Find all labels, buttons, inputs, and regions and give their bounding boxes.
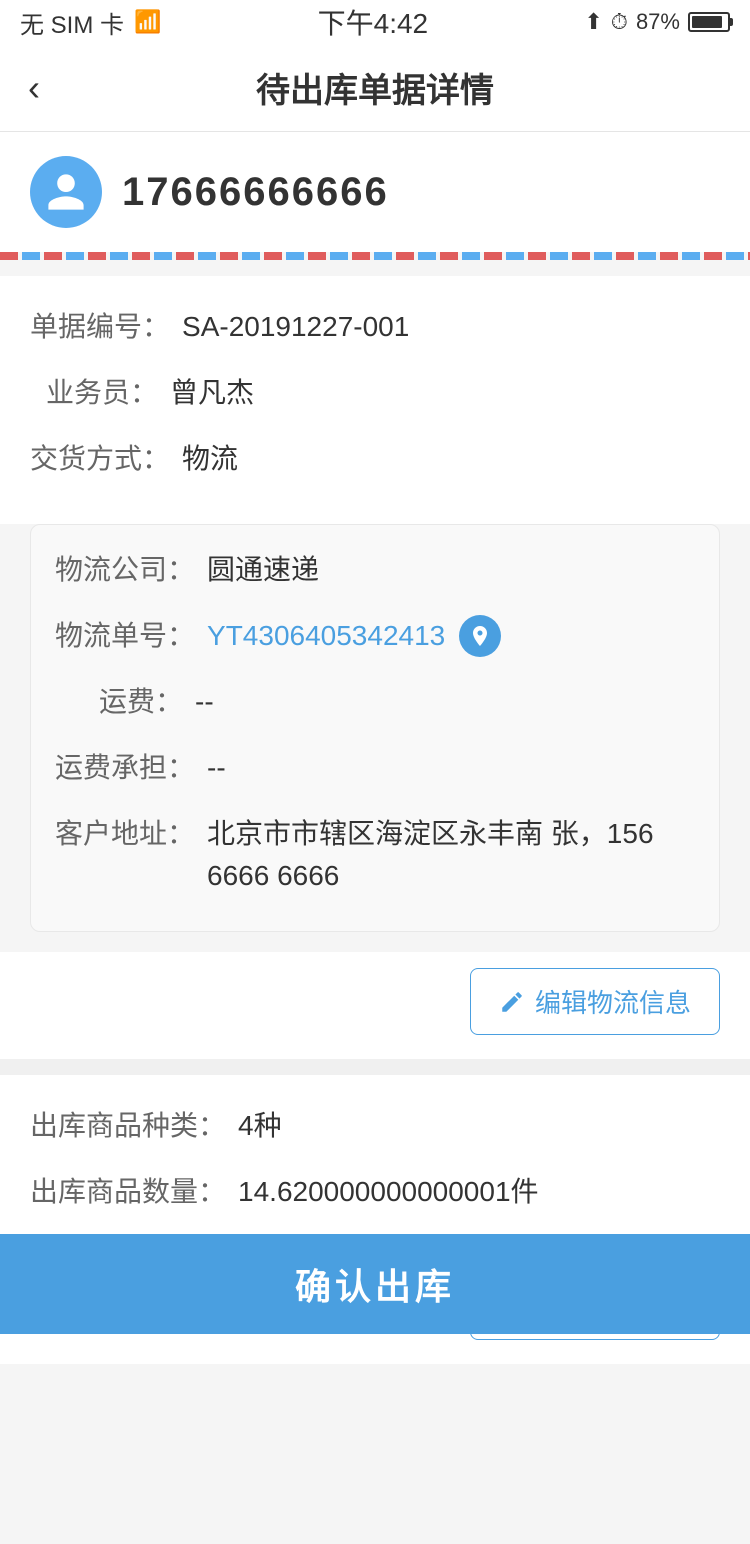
status-right: ⬆ ⏱ 87% — [584, 9, 730, 35]
salesman-label: 业务员： — [30, 372, 170, 414]
logistics-card: 物流公司： 圆通速递 物流单号： YT4306405342413 运费： -- … — [30, 524, 720, 932]
carrier-label: 无 SIM 卡 — [20, 5, 124, 40]
goods-qty-value: 14.620000000000001件 — [238, 1171, 720, 1213]
company-row: 物流公司： 圆通速递 — [55, 549, 695, 591]
clock-icon: ⏱ — [611, 9, 628, 35]
page-title: 待出库单据详情 — [256, 63, 494, 112]
customer-phone: 17666666666 — [122, 170, 389, 215]
freight-bear-value: -- — [207, 747, 695, 789]
battery-icon — [688, 12, 730, 32]
edit-icon — [499, 989, 525, 1015]
company-label: 物流公司： — [55, 549, 207, 591]
goods-qty-row: 出库商品数量： 14.620000000000001件 — [30, 1171, 720, 1213]
freight-bear-row: 运费承担： -- — [55, 747, 695, 789]
person-icon — [44, 170, 88, 214]
back-button[interactable]: ‹ — [28, 67, 40, 109]
goods-type-label: 出库商品种类： — [30, 1105, 238, 1147]
status-left: 无 SIM 卡 📶 — [20, 5, 161, 40]
salesman-value: 曾凡杰 — [170, 372, 720, 414]
confirm-button-label: 确认出库 — [295, 1258, 455, 1310]
delivery-label: 交货方式： — [30, 438, 182, 480]
doc-info-section: 单据编号： SA-20191227-001 业务员： 曾凡杰 交货方式： 物流 — [0, 276, 750, 524]
wifi-icon: 📶 — [134, 9, 161, 35]
customer-header: 17666666666 — [0, 132, 750, 252]
freight-value: -- — [195, 681, 695, 723]
edit-btn-row: 编辑物流信息 — [0, 952, 750, 1059]
decorative-divider — [0, 252, 750, 260]
goods-type-row: 出库商品种类： 4种 — [30, 1105, 720, 1147]
bottom-spacer — [0, 1364, 750, 1544]
delivery-row: 交货方式： 物流 — [30, 438, 720, 480]
address-value: 北京市市辖区海淀区永丰南 张，156 6666 6666 — [207, 813, 695, 897]
edit-logistics-label: 编辑物流信息 — [535, 983, 691, 1020]
map-pin-icon — [468, 624, 492, 648]
doc-no-row: 单据编号： SA-20191227-001 — [30, 306, 720, 348]
goods-qty-label: 出库商品数量： — [30, 1171, 238, 1213]
location-icon: ⬆ — [584, 9, 602, 35]
tracking-label: 物流单号： — [55, 615, 207, 657]
tracking-row: 物流单号： YT4306405342413 — [55, 615, 695, 657]
confirm-bar[interactable]: 确认出库 — [0, 1234, 750, 1334]
doc-no-label: 单据编号： — [30, 306, 182, 348]
address-row: 客户地址： 北京市市辖区海淀区永丰南 张，156 6666 6666 — [55, 813, 695, 897]
company-value: 圆通速递 — [207, 549, 695, 591]
tracking-value: YT4306405342413 — [207, 615, 695, 657]
delivery-value: 物流 — [182, 438, 720, 480]
status-bar: 无 SIM 卡 📶 下午4:42 ⬆ ⏱ 87% — [0, 0, 750, 44]
battery-percent: 87% — [636, 9, 680, 35]
freight-label: 运费： — [55, 681, 195, 723]
freight-bear-label: 运费承担： — [55, 747, 207, 789]
nav-bar: ‹ 待出库单据详情 — [0, 44, 750, 132]
status-time: 下午4:42 — [318, 2, 429, 42]
section-divider — [0, 1059, 750, 1075]
goods-section: 出库商品种类： 4种 出库商品数量： 14.620000000000001件 — [0, 1075, 750, 1257]
edit-logistics-button[interactable]: 编辑物流信息 — [470, 968, 720, 1035]
doc-no-value: SA-20191227-001 — [182, 306, 720, 348]
address-label: 客户地址： — [55, 813, 207, 855]
tracking-location-button[interactable] — [459, 615, 501, 657]
avatar — [30, 156, 102, 228]
freight-row: 运费： -- — [55, 681, 695, 723]
goods-type-value: 4种 — [238, 1105, 720, 1147]
salesman-row: 业务员： 曾凡杰 — [30, 372, 720, 414]
